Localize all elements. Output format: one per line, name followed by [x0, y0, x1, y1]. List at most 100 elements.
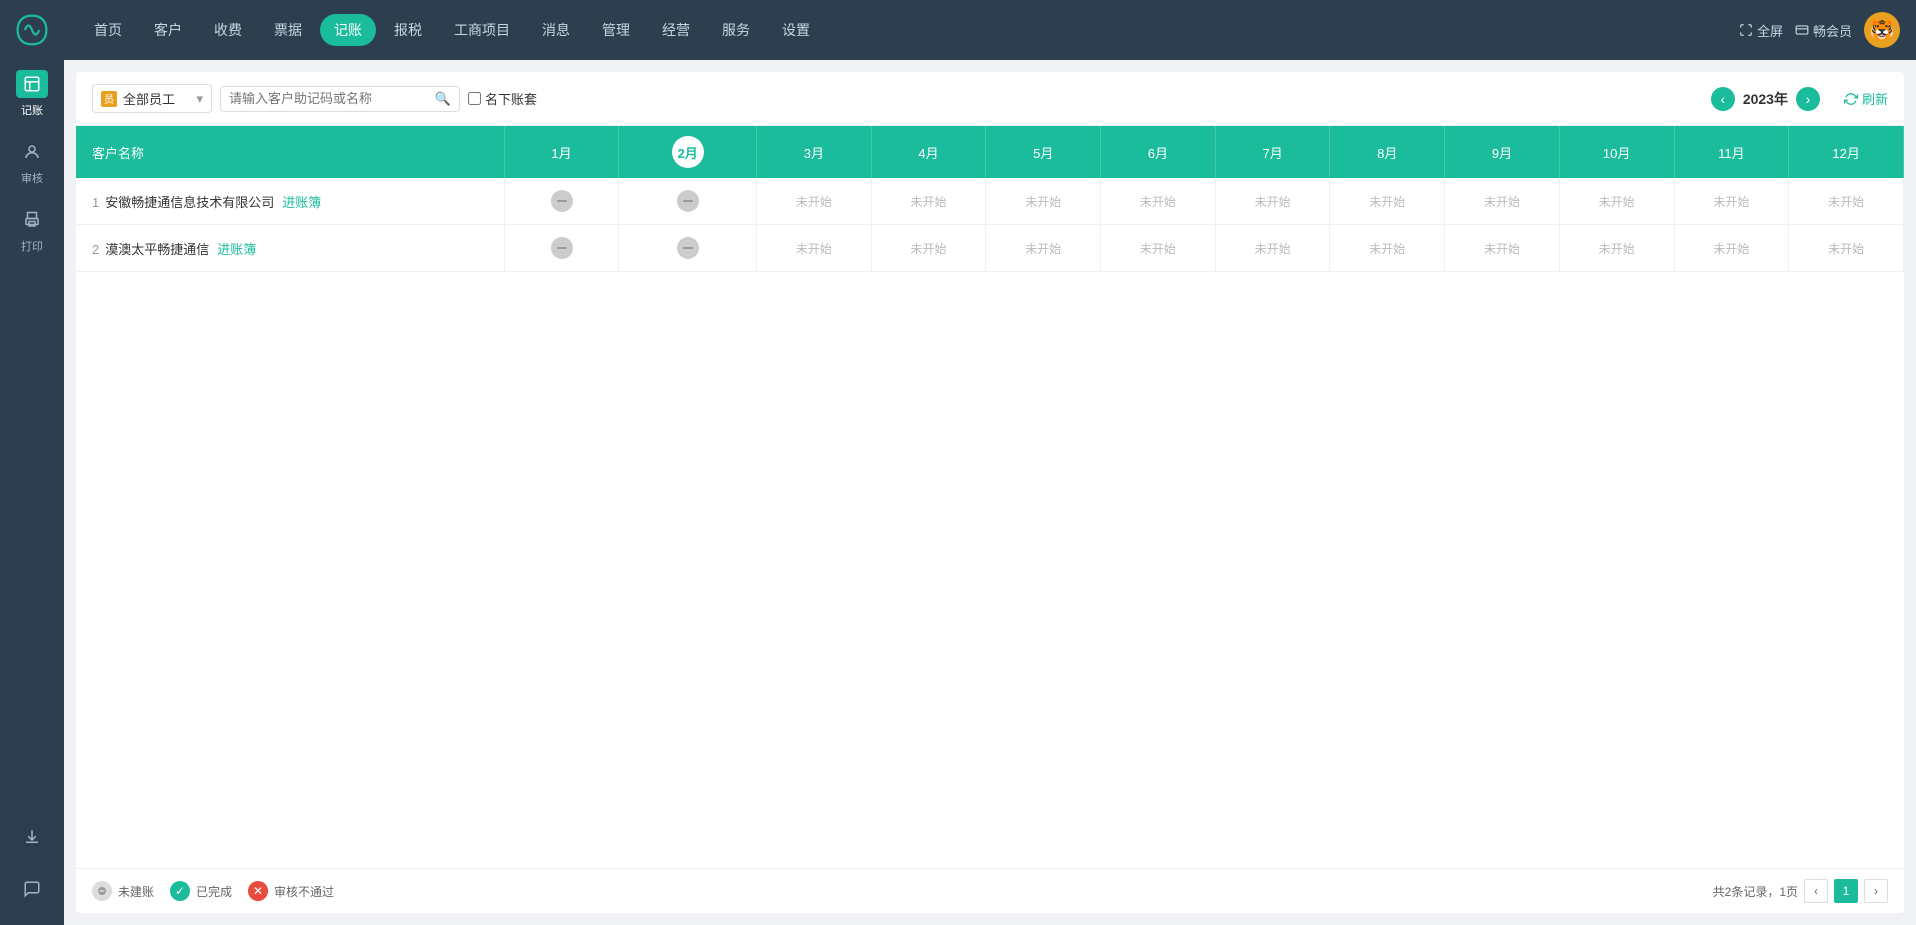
- dayin-icon: [16, 206, 48, 234]
- not-started-label: 未开始: [1369, 242, 1405, 256]
- col-header-jul: 7月: [1215, 126, 1330, 178]
- sidebar-item-jizhang[interactable]: 记账: [0, 60, 64, 128]
- table-row: 1安徽畅捷通信息技术有限公司进账簿 未开始 未开始 未开始 未开始 未开始 未开始 未开始 未开…: [76, 178, 1904, 225]
- month-cell-1[interactable]: [619, 225, 757, 272]
- month-cell-7: 未开始: [1330, 225, 1445, 272]
- sidebar-label-shenhe: 审核: [21, 170, 43, 186]
- nav-piaoju[interactable]: 票据: [260, 14, 316, 46]
- member-label: 畅会员: [1813, 21, 1852, 40]
- month-cell-2: 未开始: [757, 178, 872, 225]
- employee-label: 全部员工: [123, 89, 175, 108]
- sidebar-item-download[interactable]: [0, 813, 64, 861]
- month-cell-8: 未开始: [1445, 225, 1560, 272]
- month-cell-6: 未开始: [1215, 225, 1330, 272]
- accounts-table-wrap: 客户名称 1月 2月 3月 4月 5月 6月 7月 8月 9月: [76, 126, 1904, 868]
- col-header-aug: 8月: [1330, 126, 1445, 178]
- nav-shoufei[interactable]: 收费: [200, 14, 256, 46]
- next-page-button[interactable]: ›: [1864, 879, 1888, 903]
- month-cell-11: 未开始: [1789, 178, 1904, 225]
- search-icon[interactable]: 🔍: [435, 91, 451, 107]
- nav-xiaoxi[interactable]: 消息: [528, 14, 584, 46]
- user-avatar[interactable]: 🐯: [1864, 12, 1900, 48]
- app-logo: [0, 0, 64, 60]
- month-cell-9: 未开始: [1559, 178, 1674, 225]
- not-started-label: 未开始: [1713, 195, 1749, 209]
- member-button[interactable]: 畅会员: [1795, 21, 1852, 40]
- sidebar-label-dayin: 打印: [21, 238, 43, 254]
- sidebar-item-message[interactable]: [0, 865, 64, 913]
- legend-completed: ✓ 已完成: [170, 881, 232, 901]
- not-started-label: 未开始: [1599, 195, 1635, 209]
- month-cell-3: 未开始: [871, 225, 986, 272]
- not-started-label: 未开始: [1599, 242, 1635, 256]
- not-started-label: 未开始: [1140, 242, 1176, 256]
- not-started-label: 未开始: [1255, 195, 1291, 209]
- customer-name: 漠澳太平畅捷通信: [105, 242, 209, 257]
- nav-shezhi[interactable]: 设置: [768, 14, 824, 46]
- employee-select[interactable]: 员 全部员工 ▾: [92, 84, 212, 113]
- not-built-dot: [551, 237, 573, 259]
- not-started-label: 未开始: [1025, 242, 1061, 256]
- checkbox-text: 名下账套: [485, 89, 537, 108]
- sidebar-item-shenhe[interactable]: 审核: [0, 128, 64, 196]
- col-header-jan: 1月: [504, 126, 619, 178]
- not-started-label: 未开始: [1255, 242, 1291, 256]
- month-cell-4: 未开始: [986, 225, 1101, 272]
- nav-customer[interactable]: 客户: [140, 14, 196, 46]
- search-input[interactable]: [229, 91, 431, 106]
- download-icon: [16, 823, 48, 851]
- not-started-label: 未开始: [1025, 195, 1061, 209]
- month-cell-7: 未开始: [1330, 178, 1445, 225]
- sidebar: 记账 审核 打印: [0, 0, 64, 925]
- legend-dot-red: ✕: [248, 881, 268, 901]
- nav-gongshang[interactable]: 工商项目: [440, 14, 524, 46]
- month-cell-5: 未开始: [1101, 225, 1216, 272]
- col-header-oct: 10月: [1559, 126, 1674, 178]
- sidebar-item-dayin[interactable]: 打印: [0, 196, 64, 264]
- legend-label-not-started: 未建账: [118, 883, 154, 900]
- fullscreen-button[interactable]: 全屏: [1739, 21, 1783, 40]
- toolbar: 员 全部员工 ▾ 🔍 名下账套 ‹ 2023年 ›: [76, 72, 1904, 126]
- row-name-cell: 1安徽畅捷通信息技术有限公司进账簿: [76, 178, 504, 225]
- legend-dot-teal: ✓: [170, 881, 190, 901]
- month-cell-9: 未开始: [1559, 225, 1674, 272]
- prev-page-button[interactable]: ‹: [1804, 879, 1828, 903]
- next-year-button[interactable]: ›: [1796, 87, 1820, 111]
- col-header-nov: 11月: [1674, 126, 1789, 178]
- top-navigation: 首页 客户 收费 票据 记账 报税 工商项目 消息 管理 经营 服务 设置 全屏…: [64, 0, 1916, 60]
- month-cell-10: 未开始: [1674, 225, 1789, 272]
- nav-guanli[interactable]: 管理: [588, 14, 644, 46]
- prev-year-button[interactable]: ‹: [1711, 87, 1735, 111]
- legend-dot-gray: [92, 881, 112, 901]
- nav-fuwu[interactable]: 服务: [708, 14, 764, 46]
- table-row: 2漠澳太平畅捷通信进账簿未开始未开始未开始未开始未开始未开始未开始未开始未开始未…: [76, 225, 1904, 272]
- page-content: 员 全部员工 ▾ 🔍 名下账套 ‹ 2023年 ›: [64, 60, 1916, 925]
- page-1-button[interactable]: 1: [1834, 879, 1858, 903]
- nav-baoshui[interactable]: 报税: [380, 14, 436, 46]
- month-cell-4: 未开始: [986, 178, 1101, 225]
- chevron-down-icon: ▾: [196, 91, 203, 107]
- main-card: 员 全部员工 ▾ 🔍 名下账套 ‹ 2023年 ›: [76, 72, 1904, 913]
- topnav-right: 全屏 畅会员 🐯: [1739, 12, 1900, 48]
- legend-label-completed: 已完成: [196, 883, 232, 900]
- mingxia-checkbox[interactable]: [468, 92, 481, 105]
- not-started-label: 未开始: [911, 195, 947, 209]
- enter-account-link[interactable]: 进账簿: [217, 242, 256, 257]
- row-name-cell: 2漠澳太平畅捷通信进账簿: [76, 225, 504, 272]
- month-cell-0[interactable]: [504, 178, 619, 225]
- nav-jingying[interactable]: 经营: [648, 14, 704, 46]
- nav-home[interactable]: 首页: [80, 14, 136, 46]
- nav-jizhang[interactable]: 记账: [320, 14, 376, 46]
- month-cell-0[interactable]: [504, 225, 619, 272]
- month-cell-1[interactable]: [619, 178, 757, 225]
- month-cell-10: 未开始: [1674, 178, 1789, 225]
- shenhe-icon: [16, 138, 48, 166]
- not-started-label: 未开始: [1828, 242, 1864, 256]
- refresh-button[interactable]: 刷新: [1844, 89, 1888, 108]
- not-started-label: 未开始: [1369, 195, 1405, 209]
- checkbox-label[interactable]: 名下账套: [468, 89, 537, 108]
- enter-account-link[interactable]: 进账簿: [282, 195, 321, 210]
- main-area: 首页 客户 收费 票据 记账 报税 工商项目 消息 管理 经营 服务 设置 全屏…: [64, 0, 1916, 925]
- sidebar-label-jizhang: 记账: [21, 102, 43, 118]
- col-header-may: 5月: [986, 126, 1101, 178]
